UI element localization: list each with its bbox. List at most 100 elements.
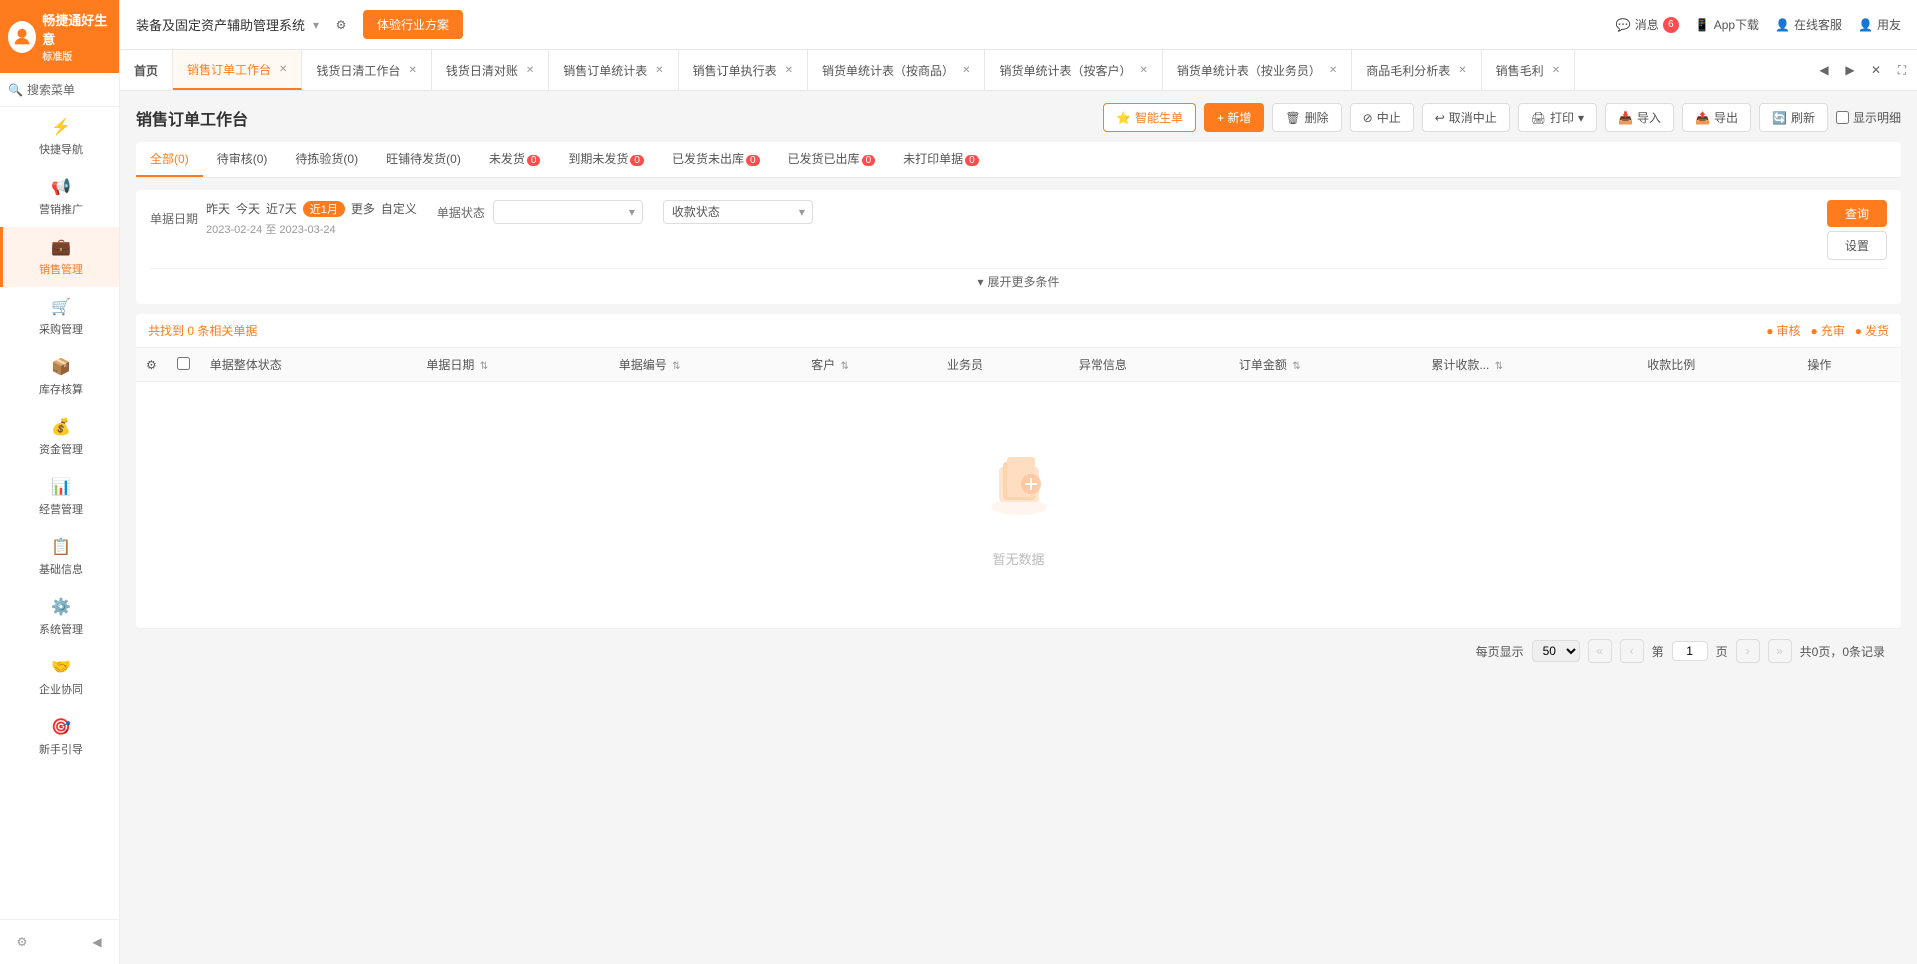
export-btn[interactable]: 📤 导出 — [1682, 103, 1751, 132]
sidebar-item-quick-nav[interactable]: ⚡ 快捷导航 — [0, 107, 119, 167]
select-all-checkbox[interactable] — [177, 357, 190, 370]
page-size-select[interactable]: 50 — [1532, 640, 1580, 662]
online-service-btn[interactable]: 👤 在线客服 — [1775, 16, 1842, 33]
delete-btn[interactable]: 🗑 删除 — [1272, 103, 1341, 132]
query-btn[interactable]: 查询 — [1827, 200, 1887, 227]
sidebar-item-system[interactable]: ⚙️ 系统管理 — [0, 587, 119, 647]
topbar-settings-btn[interactable]: ⚙ — [327, 11, 355, 39]
audit-btn[interactable]: ● 审核 — [1766, 322, 1800, 339]
sidebar-item-basic[interactable]: 📋 基础信息 — [0, 527, 119, 587]
search-menu[interactable]: 🔍 搜索菜单 — [0, 73, 119, 107]
sidebar-item-guide[interactable]: 🎯 新手引导 — [0, 707, 119, 767]
th-staff[interactable]: 业务员 — [937, 348, 1069, 382]
tab-close-sales-order[interactable]: ✕ — [279, 64, 287, 75]
th-collected[interactable]: 累计收款... ⇅ — [1421, 348, 1637, 382]
app-download-btn[interactable]: 📱 App下载 — [1695, 16, 1759, 33]
th-customer[interactable]: 客户 ⇅ — [801, 348, 937, 382]
tab-cash-daily[interactable]: 钱货日清工作台 ✕ — [302, 50, 431, 90]
tab-next-btn[interactable]: ▶ — [1839, 59, 1861, 81]
import-btn[interactable]: 📥 导入 — [1605, 103, 1674, 132]
tab-sales-by-staff[interactable]: 销货单统计表（按业务员） ✕ — [1163, 50, 1352, 90]
smart-btn[interactable]: ⭐ 智能生单 — [1103, 103, 1196, 132]
filter-payment-select[interactable]: 收款状态 — [663, 200, 813, 224]
sub-tab-pending-check[interactable]: 待拣验货(0) — [281, 142, 372, 177]
tab-close-gross-profit[interactable]: ✕ — [1458, 65, 1466, 76]
tab-gross-profit[interactable]: 商品毛利分析表 ✕ — [1352, 50, 1481, 90]
settings-footer-btn[interactable]: ⚙ — [8, 928, 36, 956]
tab-close-sales-by-customer[interactable]: ✕ — [1139, 65, 1147, 76]
table-header: ⚙ 单据整体状态 单据日期 ⇅ 单据编号 ⇅ — [136, 348, 1901, 382]
sub-tab-wangpu[interactable]: 旺铺待发货(0) — [372, 142, 475, 177]
tab-fullscreen-btn[interactable]: ⛶ — [1891, 59, 1913, 81]
collapse-btn[interactable]: ◀ — [83, 928, 111, 956]
expand-filter-btn[interactable]: ▾ 展开更多条件 — [150, 268, 1887, 294]
stop-btn[interactable]: ⊘ 中止 — [1350, 103, 1414, 132]
th-checkbox[interactable] — [167, 348, 200, 382]
page-input[interactable] — [1672, 641, 1708, 661]
trial-btn[interactable]: 体验行业方案 — [363, 10, 463, 39]
tab-close-sales-exec[interactable]: ✕ — [785, 65, 793, 76]
th-number[interactable]: 单据编号 ⇅ — [609, 348, 801, 382]
sub-tab-pending[interactable]: 待审核(0) — [203, 142, 282, 177]
tabbar-nav: ◀ ▶ ✕ ⛶ — [1809, 59, 1917, 81]
th-settings[interactable]: ⚙ — [136, 348, 167, 382]
sub-tab-not-printed[interactable]: 未打印单据0 — [889, 142, 993, 177]
page-last-btn[interactable]: » — [1768, 639, 1792, 663]
sub-tab-all[interactable]: 全部(0) — [136, 142, 203, 177]
page-prev-btn[interactable]: ‹ — [1620, 639, 1644, 663]
table-header-row: ⚙ 单据整体状态 单据日期 ⇅ 单据编号 ⇅ — [136, 348, 1901, 382]
tab-sales-amount[interactable]: 销售毛利 ✕ — [1482, 50, 1575, 90]
sub-tab-overdue-ship[interactable]: 到期未发货0 — [554, 142, 658, 177]
refresh-btn[interactable]: 🔄 刷新 — [1759, 103, 1828, 132]
tab-close-cash-reconcile[interactable]: ✕ — [526, 65, 534, 76]
show-detail-label[interactable]: 显示明细 — [1836, 109, 1901, 126]
cancel-stop-btn[interactable]: ↩ 取消中止 — [1422, 103, 1510, 132]
tab-sales-by-customer[interactable]: 销货单统计表（按客户） ✕ — [985, 50, 1162, 90]
th-amount[interactable]: 订单金额 ⇅ — [1229, 348, 1421, 382]
date-opt-today[interactable]: 今天 — [236, 200, 260, 217]
date-opt-custom[interactable]: 自定义 — [381, 200, 417, 217]
page-first-btn[interactable]: « — [1588, 639, 1612, 663]
sidebar-item-purchase[interactable]: 🛒 采购管理 — [0, 287, 119, 347]
sidebar-item-operations[interactable]: 📊 经营管理 — [0, 467, 119, 527]
tab-sales-by-product[interactable]: 销货单统计表（按商品） ✕ — [808, 50, 985, 90]
tab-home[interactable]: 首页 — [120, 50, 173, 90]
date-opt-more[interactable]: 更多 — [351, 200, 375, 217]
tab-close-all-btn[interactable]: ✕ — [1865, 59, 1887, 81]
date-opt-7days[interactable]: 近7天 — [266, 200, 297, 217]
sidebar-item-finance[interactable]: 💰 资金管理 — [0, 407, 119, 467]
sidebar-item-marketing[interactable]: 📢 营销推广 — [0, 167, 119, 227]
filter-settings-btn[interactable]: 设置 — [1827, 231, 1887, 260]
un-audit-btn[interactable]: ● 充审 — [1810, 322, 1844, 339]
inventory-icon: 📦 — [51, 357, 71, 377]
date-opt-1month[interactable]: 近1月 — [303, 201, 345, 217]
sub-tab-shipped-not-out[interactable]: 已发货未出库0 — [658, 142, 774, 177]
tab-cash-reconcile[interactable]: 钱货日清对账 ✕ — [432, 50, 549, 90]
ship-btn[interactable]: ● 发货 — [1855, 322, 1889, 339]
print-btn[interactable]: 🖨 打印 ▾ — [1518, 103, 1597, 132]
tab-prev-btn[interactable]: ◀ — [1813, 59, 1835, 81]
sub-tab-shipped-out[interactable]: 已发货已出库0 — [774, 142, 890, 177]
show-detail-checkbox[interactable] — [1836, 111, 1849, 124]
sidebar-item-sales[interactable]: 💼 销售管理 — [0, 227, 119, 287]
tab-close-sales-amount[interactable]: ✕ — [1552, 65, 1560, 76]
table-scroll[interactable]: ⚙ 单据整体状态 单据日期 ⇅ 单据编号 ⇅ — [136, 348, 1901, 628]
tab-close-cash-daily[interactable]: ✕ — [408, 65, 416, 76]
tab-close-sales-by-product[interactable]: ✕ — [962, 65, 970, 76]
add-btn[interactable]: + 新增 — [1204, 103, 1264, 132]
page-actions: ⭐ 智能生单 + 新增 🗑 删除 ⊘ 中止 ↩ 取消中止 🖨 — [1103, 103, 1901, 132]
th-date[interactable]: 单据日期 ⇅ — [416, 348, 608, 382]
sub-tab-not-shipped[interactable]: 未发货0 — [475, 142, 555, 177]
tab-close-sales-stats[interactable]: ✕ — [655, 65, 663, 76]
message-btn[interactable]: 💬 消息 6 — [1616, 16, 1679, 33]
tab-sales-stats[interactable]: 销售订单统计表 ✕ — [549, 50, 678, 90]
date-opt-yesterday[interactable]: 昨天 — [206, 200, 230, 217]
tab-close-sales-by-staff[interactable]: ✕ — [1329, 65, 1337, 76]
page-next-btn[interactable]: › — [1736, 639, 1760, 663]
filter-status-select[interactable] — [493, 200, 643, 224]
user-btn[interactable]: 👤 用友 — [1858, 16, 1901, 33]
sidebar-item-enterprise[interactable]: 🤝 企业协同 — [0, 647, 119, 707]
tab-sales-order[interactable]: 销售订单工作台 ✕ — [173, 50, 302, 90]
sidebar-item-inventory[interactable]: 📦 库存核算 — [0, 347, 119, 407]
tab-sales-exec[interactable]: 销售订单执行表 ✕ — [679, 50, 808, 90]
